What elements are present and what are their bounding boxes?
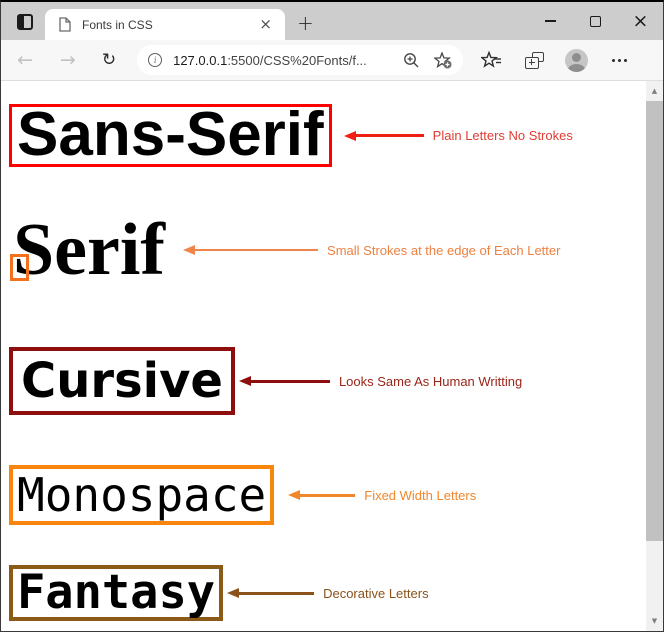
section-sans-serif: Sans-Serif Plain Letters No Strokes — [9, 104, 663, 167]
left-arrow — [288, 490, 356, 500]
maximize-button[interactable] — [573, 2, 618, 40]
window-controls: × — [528, 2, 663, 40]
arrow-line — [250, 379, 330, 383]
serif-annotation: Small Strokes at the edge of Each Letter — [327, 242, 561, 258]
forward-button[interactable]: → — [60, 50, 76, 70]
back-button[interactable]: ← — [17, 50, 33, 70]
sans-serif-heading: Sans-Serif — [9, 104, 332, 167]
left-arrow — [183, 245, 319, 255]
vertical-scrollbar[interactable]: ▲ ▼ — [646, 81, 663, 631]
tab-actions-icon — [17, 14, 33, 30]
address-bar[interactable]: i 127.0.0.1:5500/CSS%20Fonts/f... — [137, 45, 464, 75]
close-icon: × — [632, 9, 649, 32]
scroll-up-icon[interactable]: ▲ — [646, 83, 663, 99]
new-tab-button[interactable]: + — [297, 13, 314, 33]
section-fantasy: Fantasy Decorative Letters — [9, 565, 663, 621]
url-path: :5500/CSS%20Fonts/f... — [227, 52, 367, 68]
tab-actions-button[interactable] — [13, 10, 37, 34]
cursive-annotation: Looks Same As Human Writting — [338, 373, 523, 389]
zoom-icon[interactable] — [403, 52, 420, 69]
left-arrow — [238, 376, 330, 386]
arrow-head-icon — [183, 245, 196, 255]
maximize-icon — [590, 15, 601, 27]
minimize-icon — [545, 20, 556, 22]
serif-heading: Serif — [9, 213, 171, 287]
site-info-icon[interactable]: i — [148, 53, 163, 67]
serif-heading-text: Serif — [13, 209, 166, 291]
arrow-head-icon — [288, 490, 301, 500]
collections-front-shape — [525, 56, 540, 69]
arrow-line — [239, 591, 315, 595]
serif-stroke-highlight-box — [10, 254, 29, 281]
arrow-line — [195, 249, 319, 251]
arrow-line — [355, 134, 424, 137]
browser-window: Fonts in CSS × + × ← → ↻ i 127.0.0.1:550… — [0, 0, 664, 632]
profile-avatar[interactable] — [565, 48, 589, 72]
tab-close-icon[interactable]: × — [256, 17, 275, 32]
favorites-icon[interactable] — [481, 51, 502, 69]
url-text[interactable]: 127.0.0.1:5500/CSS%20Fonts/f... — [173, 53, 389, 68]
arrow-line — [300, 493, 356, 497]
section-monospace: Monospace Fixed Width Letters — [9, 465, 663, 525]
fantasy-annotation: Decorative Letters — [323, 585, 429, 601]
tab-title: Fonts in CSS — [82, 17, 153, 32]
arrow-head-icon — [238, 376, 251, 386]
section-serif: Serif Small Strokes at the edge of Each … — [9, 213, 663, 287]
refresh-button[interactable]: ↻ — [102, 51, 116, 69]
fantasy-heading: Fantasy — [9, 565, 224, 621]
toolbar-right — [463, 48, 643, 72]
url-domain: 127.0.0.1 — [173, 52, 228, 68]
monospace-annotation: Fixed Width Letters — [364, 487, 477, 503]
left-arrow — [343, 130, 424, 141]
page-content: Sans-Serif Plain Letters No Strokes Seri… — [1, 81, 663, 631]
toolbar: ← → ↻ i 127.0.0.1:5500/CSS%20Fonts/f... — [1, 40, 663, 81]
close-window-button[interactable]: × — [618, 2, 663, 40]
arrow-head-icon — [227, 588, 240, 598]
scroll-down-icon[interactable]: ▼ — [646, 613, 663, 629]
scrollbar-thumb[interactable] — [646, 101, 663, 541]
tab-strip: Fonts in CSS × + × — [1, 2, 663, 40]
monospace-heading: Monospace — [9, 465, 275, 525]
add-favorite-icon[interactable] — [434, 51, 452, 69]
section-cursive: Cursive Looks Same As Human Writting — [9, 347, 663, 415]
page-favicon-icon — [59, 17, 71, 32]
collections-icon[interactable] — [525, 51, 545, 69]
minimize-button[interactable] — [528, 2, 573, 40]
sans-serif-annotation: Plain Letters No Strokes — [432, 128, 573, 143]
left-arrow — [227, 588, 315, 598]
tab-fonts-in-css[interactable]: Fonts in CSS × — [45, 9, 285, 40]
cursive-heading: Cursive — [9, 347, 235, 415]
arrow-head-icon — [343, 130, 356, 141]
settings-menu-icon[interactable] — [612, 58, 628, 62]
